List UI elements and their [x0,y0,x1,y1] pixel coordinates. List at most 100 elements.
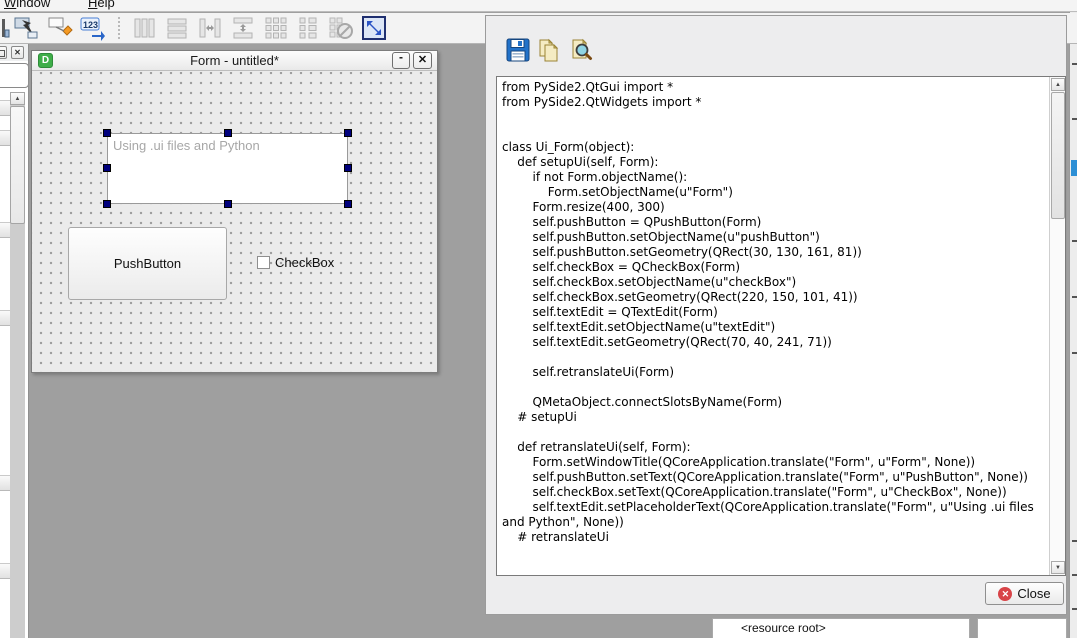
code-line: self.checkBox.setText(QCoreApplication.t… [502,485,1047,500]
truncated-panel-content [1072,118,1077,120]
scrollbar-thumb[interactable] [10,106,25,224]
widget-category-row[interactable] [0,222,10,238]
code-line [502,425,1047,440]
widget-box-dock: ✕ ▲ [0,44,29,638]
truncated-selection-highlight [1071,160,1077,176]
code-line: self.textEdit.setObjectName(u"textEdit") [502,320,1047,335]
code-line: self.pushButton = QPushButton(Form) [502,215,1047,230]
close-button-label: Close [1017,586,1050,601]
truncated-panel-content [1072,63,1077,65]
dialog-close-icon: ✕ [998,587,1012,601]
code-line: if not Form.objectName(): [502,170,1047,185]
truncated-panel-content [1072,540,1077,542]
close-icon[interactable]: ✕ [11,46,24,59]
resource-root-item[interactable]: <resource root> [713,619,969,637]
qt-designer-window: Window Help [0,0,1077,638]
widget-category-row[interactable] [0,475,10,491]
truncated-right-panel [1069,12,1077,638]
layout-grid-icon[interactable] [263,15,289,41]
resource-browser-tree: <resource root> [712,618,970,638]
layout-form-icon[interactable] [296,15,322,41]
pushbutton-widget[interactable]: PushButton [68,227,227,300]
selection-handle[interactable] [103,164,111,172]
code-line: self.checkBox = QCheckBox(Form) [502,260,1047,275]
menu-window[interactable]: Window [4,0,50,10]
close-dialog-button[interactable]: ✕ Close [985,582,1064,605]
break-layout-icon[interactable] [328,15,354,41]
code-line: self.textEdit.setPlaceholderText(QCoreAp… [502,500,1047,515]
float-icon[interactable] [0,46,7,59]
code-line: # retranslateUi [502,530,1047,545]
toolbar-separator [118,17,120,39]
code-line: self.checkBox.setGeometry(QRect(220, 150… [502,290,1047,305]
menu-help[interactable]: Help [88,0,115,10]
widget-category-row[interactable] [0,130,10,146]
textedit-widget[interactable]: Using .ui files and Python [107,133,348,204]
code-line: Form.setWindowTitle(QCoreApplication.tra… [502,455,1047,470]
edit-widgets-icon[interactable] [0,15,10,41]
truncated-panel-content [1072,574,1077,576]
selection-handle[interactable] [344,129,352,137]
code-line: class Ui_Form(object): [502,140,1047,155]
selection-handle[interactable] [224,129,232,137]
close-button[interactable]: ✕ [413,52,432,69]
selection-handle[interactable] [103,129,111,137]
selection-handle[interactable] [103,200,111,208]
edit-buddies-icon[interactable] [47,15,73,41]
adjust-size-icon[interactable] [361,15,387,41]
arrow-up-icon[interactable]: ▲ [1051,78,1065,91]
code-scrollbar[interactable]: ▲ ▼ [1049,77,1065,575]
code-line: self.pushButton.setObjectName(u"pushButt… [502,230,1047,245]
selection-handle[interactable] [224,200,232,208]
truncated-panel-content [1072,296,1077,298]
code-line: and Python", None)) [502,515,1047,530]
scrollbar-thumb[interactable] [1051,92,1065,219]
dock-scrollbar[interactable]: ▲ [10,92,25,638]
resource-browser-detail [977,618,1067,638]
code-line: from PySide2.QtWidgets import * [502,95,1047,110]
widget-category-row[interactable] [0,563,10,579]
selection-handle[interactable] [344,200,352,208]
code-line: from PySide2.QtGui import * [502,80,1047,95]
layout-horizontal-splitter-icon[interactable] [197,15,223,41]
widget-category-row[interactable] [0,310,10,326]
code-line [502,380,1047,395]
truncated-panel-content [1072,240,1077,242]
layout-vertical-splitter-icon[interactable] [230,15,256,41]
code-line: self.textEdit.setGeometry(QRect(70, 40, … [502,335,1047,350]
truncated-panel-content [1072,352,1077,354]
selection-handle[interactable] [344,164,352,172]
code-line: Form.setObjectName(u"Form") [502,185,1047,200]
code-line: QMetaObject.connectSlotsByName(Form) [502,395,1047,410]
code-line: self.textEdit = QTextEdit(Form) [502,305,1047,320]
save-icon[interactable] [506,38,530,62]
code-line: # setupUi [502,410,1047,425]
edit-tab-order-icon[interactable]: 123 [80,15,106,41]
arrow-down-icon[interactable]: ▼ [1051,561,1065,574]
layout-vertical-icon[interactable] [164,15,190,41]
find-icon[interactable] [569,38,593,62]
form-window-titlebar[interactable]: D Form - untitled* - ✕ [32,51,437,71]
code-line [502,125,1047,140]
code-line: self.checkBox.setObjectName(u"checkBox") [502,275,1047,290]
code-line: self.pushButton.setText(QCoreApplication… [502,470,1047,485]
checkbox-indicator[interactable] [257,256,270,269]
minimize-button[interactable]: - [392,52,410,69]
truncated-panel-content [1072,608,1077,610]
copy-icon[interactable] [537,38,561,62]
code-line: self.retranslateUi(Form) [502,365,1047,380]
form-canvas[interactable]: Using .ui files and Python PushButton Ch… [32,72,437,372]
code-line: def setupUi(self, Form): [502,155,1047,170]
dock-titlebar: ✕ [0,44,29,61]
widget-category-row[interactable] [0,100,10,116]
edit-signals-slots-icon[interactable] [13,15,39,41]
menubar: Window Help [0,0,1077,12]
widget-filter-input[interactable] [0,63,29,88]
code-text: from PySide2.QtGui import *from PySide2.… [502,80,1047,545]
form-window-title: Form - untitled* [32,51,437,71]
code-view[interactable]: from PySide2.QtGui import *from PySide2.… [496,76,1066,576]
checkbox-widget[interactable]: CheckBox [257,255,334,270]
arrow-up-icon[interactable]: ▲ [10,92,25,105]
code-line: self.pushButton.setGeometry(QRect(30, 13… [502,245,1047,260]
layout-horizontal-icon[interactable] [131,15,157,41]
